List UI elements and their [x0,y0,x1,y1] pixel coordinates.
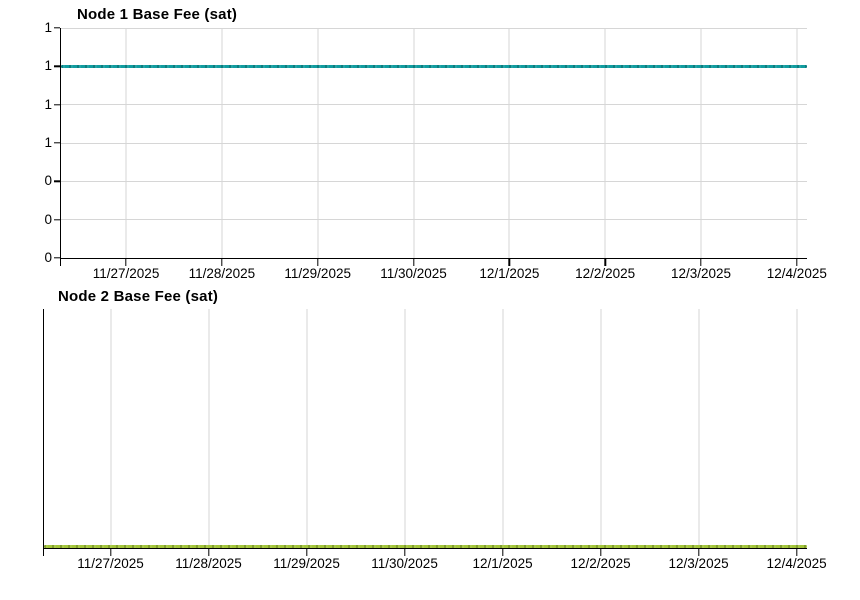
x-axis-tick [305,548,308,556]
x-axis-tick [125,258,127,266]
x-axis-tick [795,548,798,556]
v-gridline [413,28,415,258]
series-line [61,64,807,68]
v-gridline [796,309,798,548]
y-axis-tick-label: 1 [44,19,52,35]
x-axis-tick [316,258,319,266]
v-gridline [700,28,702,258]
y-axis-tick [53,27,60,29]
v-gridline [317,28,319,258]
v-gridline [306,309,308,548]
v-gridline [502,309,504,548]
v-gridline [796,28,798,258]
y-axis-tick [53,180,60,183]
chart-title-node2: Node 2 Base Fee (sat) [58,288,219,305]
x-axis-tick [604,258,606,266]
x-axis-tick [599,548,602,556]
h-gridline [61,142,807,144]
x-axis-tick-label: 12/1/2025 [472,556,533,571]
x-axis-tick-label: 12/3/2025 [668,556,729,571]
x-axis-tick-label: 12/1/2025 [479,266,540,281]
v-gridline [221,28,223,258]
h-gridline [61,27,807,29]
v-gridline [604,28,606,258]
y-axis-tick-label: 1 [44,96,52,112]
h-gridline [61,219,807,221]
x-axis-tick-label: 12/2/2025 [575,266,636,281]
x-axis-tick [501,548,504,556]
v-gridline [404,309,406,548]
y-axis-tick-label: 0 [44,173,52,189]
x-axis-tick [109,548,112,556]
y-axis-tick [53,257,60,259]
x-axis-tick [412,258,415,266]
x-axis-tick-label: 11/30/2025 [380,266,447,281]
x-axis-tick [403,548,406,556]
y-axis-tick-label: 1 [44,58,52,74]
plot-area-node1: 1 1 1 1 0 0 0 11/27/2025 11/28/2025 11/29/2025 11/… [44,21,826,280]
v-gridline [698,309,700,548]
h-gridline [61,180,807,182]
v-gridline [208,309,210,548]
node2-base-fee-chart: Node 2 Base Fee (sat) 11/27/2025 11/28/20… [0,282,860,600]
plot-area-node2: 11/27/2025 11/28/2025 11/29/2025 11/30/2025… [42,309,827,570]
y-axis-tick-label: 0 [44,211,52,227]
y-axis-tick [53,103,60,106]
x-axis-tick [207,548,210,556]
x-axis-tick [796,258,798,266]
series-line [44,545,807,548]
node1-base-fee-chart: Node 1 Base Fee (sat) 1 1 1 1 0 0 0 11/27/2025 1… [0,0,860,282]
x-axis-tick-label: 11/28/2025 [188,266,256,281]
y-axis-tick [53,65,60,68]
y-axis-tick [53,142,60,144]
x-axis-tick [700,258,702,266]
y-axis-tick-label: 0 [44,249,52,265]
x-axis-tick [508,258,511,266]
chart-title-node1: Node 1 Base Fee (sat) [77,6,238,23]
x-axis-tick-label: 12/4/2025 [766,266,827,281]
x-axis-tick-label: 12/2/2025 [570,556,631,571]
x-axis-tick [221,258,223,266]
x-axis-tick-label: 12/3/2025 [670,266,732,281]
v-gridline [600,309,602,548]
h-gridline [61,104,807,106]
v-gridline [110,309,112,548]
x-axis-tick-label: 11/27/2025 [77,556,144,571]
v-gridline [125,28,127,258]
x-axis-tick-label: 11/28/2025 [175,556,242,571]
x-axis-tick-label: 11/29/2025 [284,266,351,281]
x-axis-tick-label: 11/27/2025 [92,266,160,281]
x-axis-tick-label: 11/29/2025 [273,556,340,571]
v-gridline [508,28,510,258]
y-axis-tick-label: 1 [44,134,52,150]
x-axis-tick-label: 11/30/2025 [371,556,438,571]
x-axis-tick [697,548,700,556]
y-axis-tick [53,218,60,221]
x-axis-tick-label: 12/4/2025 [766,556,827,571]
